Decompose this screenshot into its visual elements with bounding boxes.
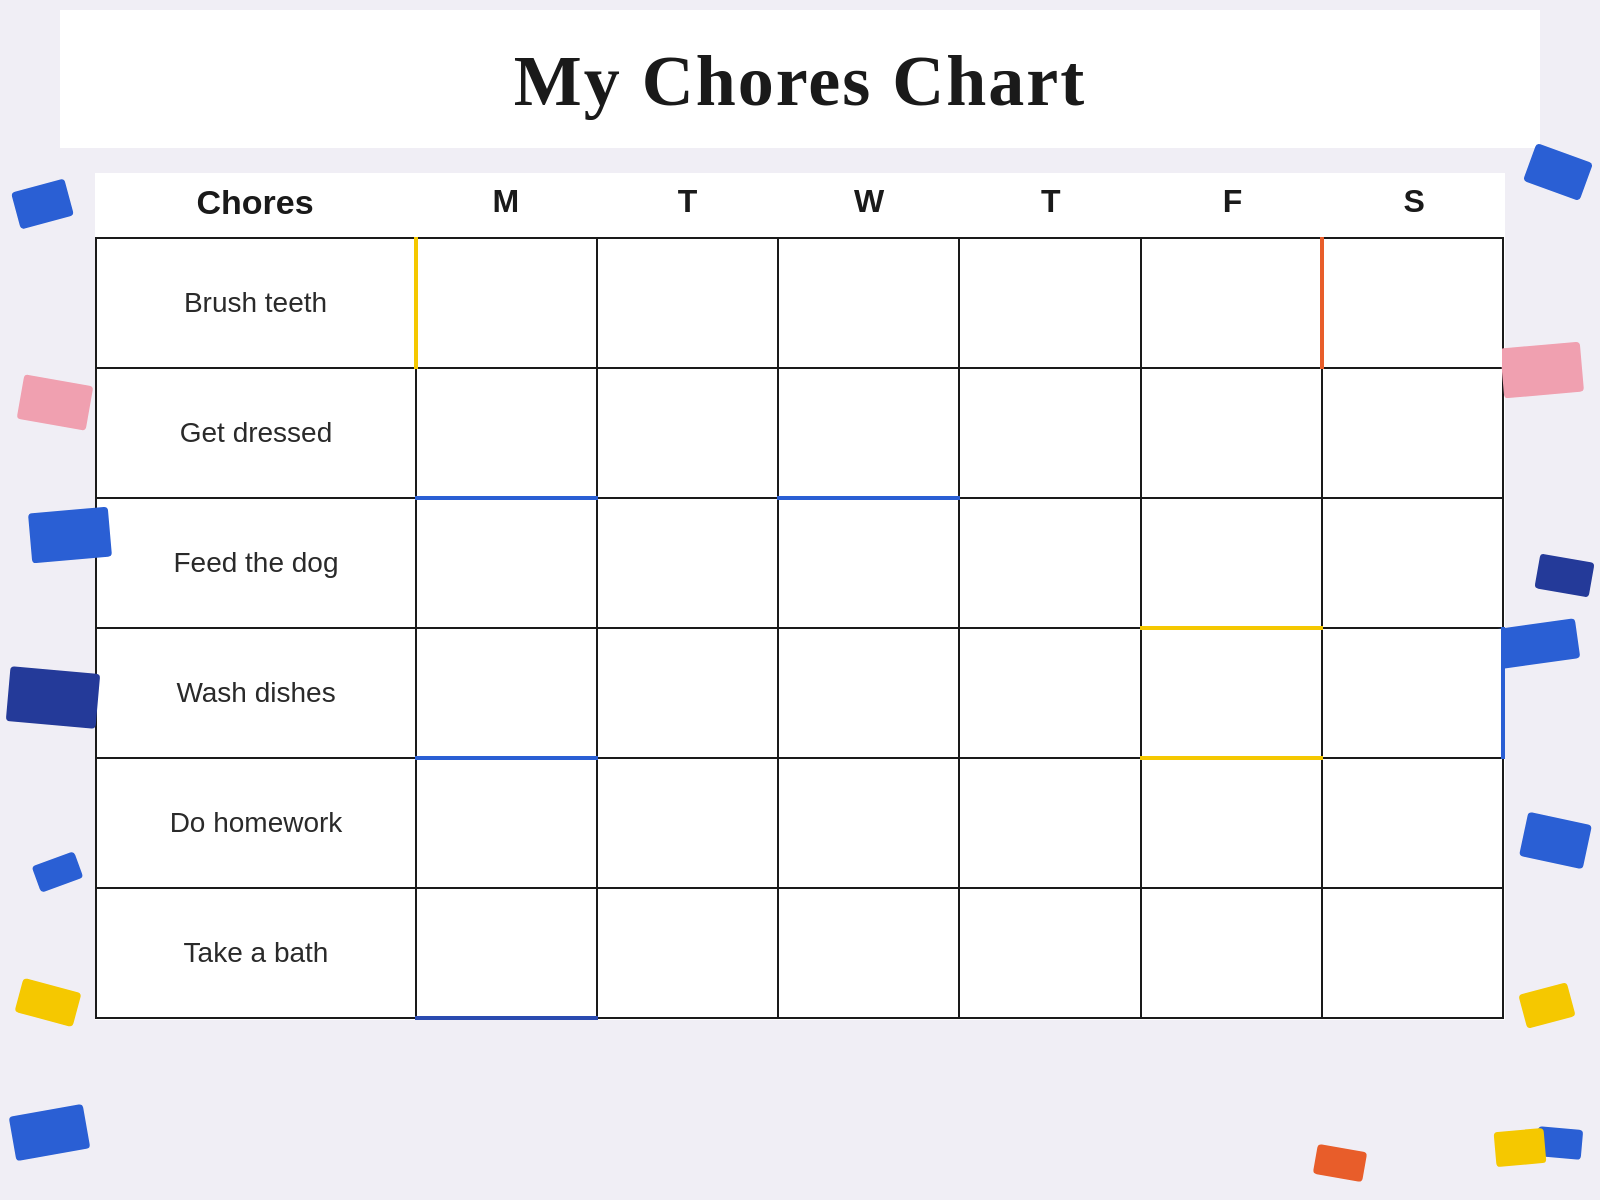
check-cell[interactable] bbox=[778, 368, 959, 498]
title-bar: My Chores Chart bbox=[60, 10, 1540, 148]
check-cell[interactable] bbox=[597, 758, 778, 888]
check-cell[interactable] bbox=[1322, 498, 1503, 628]
check-cell[interactable] bbox=[1322, 888, 1503, 1018]
confetti-blue-left2 bbox=[28, 507, 112, 564]
check-cell[interactable] bbox=[778, 888, 959, 1018]
check-cell[interactable] bbox=[959, 628, 1140, 758]
check-cell[interactable] bbox=[1141, 368, 1322, 498]
confetti-blue-top-left bbox=[11, 179, 74, 230]
check-cell[interactable] bbox=[416, 368, 597, 498]
check-cell[interactable] bbox=[597, 498, 778, 628]
chore-label: Take a bath bbox=[96, 888, 416, 1018]
chore-label: Brush teeth bbox=[96, 238, 416, 368]
check-cell[interactable] bbox=[416, 758, 597, 888]
check-cell[interactable] bbox=[1322, 238, 1503, 368]
check-cell[interactable] bbox=[959, 888, 1140, 1018]
check-cell[interactable] bbox=[416, 888, 597, 1018]
check-cell[interactable] bbox=[416, 498, 597, 628]
confetti-blue-right3 bbox=[1519, 812, 1592, 870]
check-cell[interactable] bbox=[416, 238, 597, 368]
check-cell[interactable] bbox=[1141, 238, 1322, 368]
check-cell[interactable] bbox=[416, 628, 597, 758]
chart-container: Chores M T W T F S Brush teeth G bbox=[95, 173, 1505, 1020]
day-header-wed: W bbox=[778, 173, 960, 237]
confetti-blue-top-right bbox=[1523, 143, 1593, 201]
chore-label: Get dressed bbox=[96, 368, 416, 498]
table-row: Do homework bbox=[96, 758, 1503, 888]
confetti-pink-right bbox=[1500, 342, 1584, 399]
check-cell[interactable] bbox=[1322, 628, 1503, 758]
day-header-tue: T bbox=[597, 173, 779, 237]
table-row: Take a bath bbox=[96, 888, 1503, 1018]
day-header-thu: T bbox=[960, 173, 1142, 237]
confetti-darkblue-right bbox=[1534, 553, 1594, 597]
check-cell[interactable] bbox=[1141, 758, 1322, 888]
confetti-yellow-bottom-right bbox=[1494, 1128, 1547, 1167]
check-cell[interactable] bbox=[959, 758, 1140, 888]
check-cell[interactable] bbox=[597, 238, 778, 368]
check-cell[interactable] bbox=[597, 628, 778, 758]
check-cell[interactable] bbox=[959, 238, 1140, 368]
chore-label: Wash dishes bbox=[96, 628, 416, 758]
confetti-orange-right-bottom bbox=[1313, 1144, 1367, 1182]
check-cell[interactable] bbox=[778, 498, 959, 628]
day-header-mon: M bbox=[415, 173, 597, 237]
check-cell[interactable] bbox=[1141, 628, 1322, 758]
check-cell[interactable] bbox=[959, 368, 1140, 498]
check-cell[interactable] bbox=[1141, 498, 1322, 628]
check-cell[interactable] bbox=[1322, 758, 1503, 888]
check-cell[interactable] bbox=[778, 758, 959, 888]
check-cell[interactable] bbox=[597, 888, 778, 1018]
chores-table: Brush teeth Get dressed Feed the d bbox=[95, 237, 1505, 1020]
check-cell[interactable] bbox=[778, 628, 959, 758]
chore-label: Feed the dog bbox=[96, 498, 416, 628]
table-row: Feed the dog bbox=[96, 498, 1503, 628]
chore-label: Do homework bbox=[96, 758, 416, 888]
confetti-darkblue-left bbox=[6, 666, 100, 729]
table-row: Wash dishes bbox=[96, 628, 1503, 758]
table-row: Brush teeth bbox=[96, 238, 1503, 368]
confetti-blue-left3 bbox=[32, 851, 84, 893]
check-cell[interactable] bbox=[778, 238, 959, 368]
check-cell[interactable] bbox=[597, 368, 778, 498]
page-title: My Chores Chart bbox=[60, 40, 1540, 123]
check-cell[interactable] bbox=[1141, 888, 1322, 1018]
check-cell[interactable] bbox=[1322, 368, 1503, 498]
confetti-blue-left4 bbox=[9, 1104, 91, 1161]
chart-header: Chores M T W T F S bbox=[95, 173, 1505, 237]
confetti-pink-left bbox=[17, 374, 94, 430]
confetti-yellow-right bbox=[1518, 982, 1575, 1029]
chores-column-header: Chores bbox=[95, 173, 415, 237]
table-row: Get dressed bbox=[96, 368, 1503, 498]
day-header-sat: S bbox=[1323, 173, 1505, 237]
day-header-fri: F bbox=[1142, 173, 1324, 237]
check-cell[interactable] bbox=[959, 498, 1140, 628]
confetti-yellow-left bbox=[14, 978, 81, 1027]
